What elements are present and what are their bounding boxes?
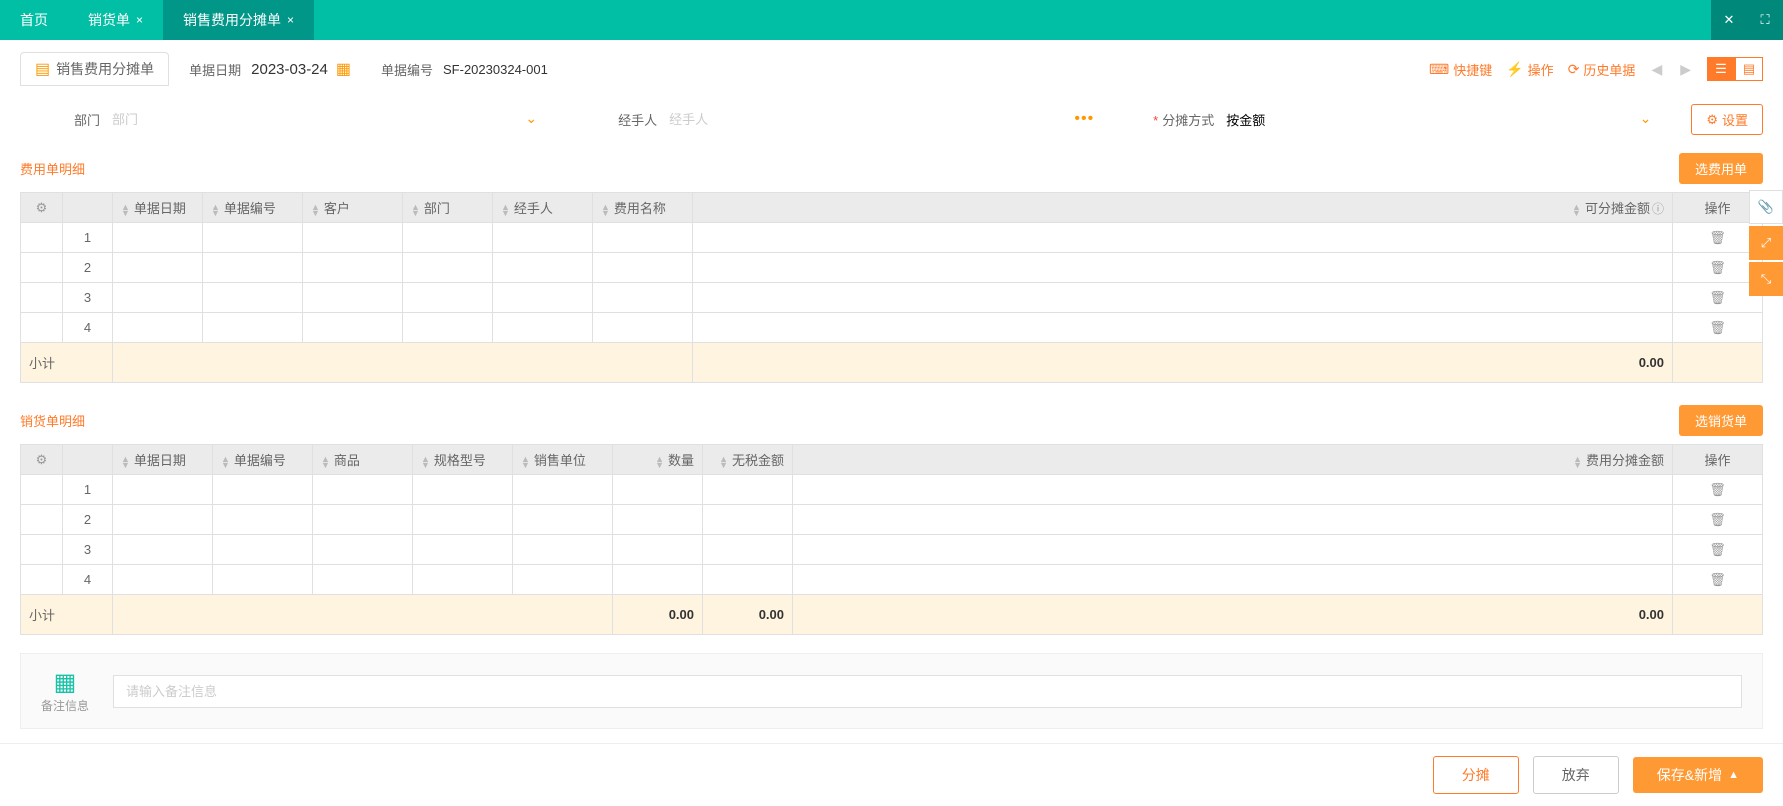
close-button[interactable]: ✕ (1711, 0, 1747, 40)
chevron-down-icon[interactable]: ⌄ (525, 110, 537, 127)
dept-input[interactable] (112, 108, 537, 131)
history-link[interactable]: ⟳历史单据 (1568, 60, 1636, 79)
chevron-up-icon: ▲ (1728, 769, 1739, 781)
remarks-section: ▦ 备注信息 (20, 653, 1763, 729)
allocate-button[interactable]: 分摊 (1433, 756, 1519, 794)
col-date[interactable]: ▲▼单据日期 (113, 193, 203, 223)
delete-icon[interactable]: 🗑 (1673, 313, 1763, 343)
gear-icon[interactable]: ⚙ (21, 193, 63, 223)
gear-icon: ⚙ (1706, 112, 1718, 128)
table-row[interactable]: 2🗑 (21, 253, 1763, 283)
delete-icon[interactable]: 🗑 (1673, 505, 1763, 535)
history-icon: ⟳ (1568, 61, 1580, 78)
remarks-label: 备注信息 (41, 697, 89, 714)
help-icon[interactable]: ⓘ (1652, 202, 1664, 216)
col-fee-alloc[interactable]: ▲▼费用分摊金额 (793, 445, 1673, 475)
attachment-icon[interactable]: 📎 (1749, 190, 1783, 224)
view-grid-button[interactable]: ▤ (1735, 57, 1763, 81)
fullscreen-button[interactable]: ⛶ (1747, 0, 1783, 40)
col-action: 操作 (1673, 445, 1763, 475)
select-sales-button[interactable]: 选销货单 (1679, 405, 1763, 436)
sales-table: ⚙ ▲▼单据日期 ▲▼单据编号 ▲▼商品 ▲▼规格型号 ▲▼销售单位 ▲▼数量 … (20, 444, 1763, 635)
expand-icon[interactable]: ⤢ (1749, 226, 1783, 260)
save-new-button[interactable]: 保存&新增▲ (1633, 757, 1763, 793)
col-number[interactable]: ▲▼单据编号 (213, 445, 313, 475)
table-row[interactable]: 4🗑 (21, 313, 1763, 343)
handler-input[interactable] (669, 108, 1094, 131)
subtotal-row: 小计 0.00 (21, 343, 1763, 383)
discard-button[interactable]: 放弃 (1533, 756, 1619, 794)
footer-bar: 分摊 放弃 保存&新增▲ (0, 743, 1783, 806)
col-amount-notax[interactable]: ▲▼无税金额 (703, 445, 793, 475)
tab-sales[interactable]: 销货单× (68, 0, 163, 40)
col-qty[interactable]: ▲▼数量 (613, 445, 703, 475)
close-icon[interactable]: × (287, 13, 294, 27)
view-list-button[interactable]: ☰ (1707, 57, 1735, 81)
document-icon: ▤ (35, 59, 50, 79)
tab-current[interactable]: 销售费用分摊单× (163, 0, 314, 40)
alloc-select[interactable] (1226, 108, 1651, 131)
handler-label: 经手人 (577, 110, 657, 129)
dept-label: 部门 (20, 110, 100, 129)
filter-row: 部门 ⌄ 经手人 ••• *分摊方式 ⌄ ⚙设置 (20, 96, 1763, 153)
table-row[interactable]: 3🗑 (21, 283, 1763, 313)
number-field: 单据编号 SF-20230324-001 (381, 60, 548, 79)
col-dept[interactable]: ▲▼部门 (403, 193, 493, 223)
select-fee-button[interactable]: 选费用单 (1679, 153, 1763, 184)
gear-icon[interactable]: ⚙ (21, 445, 63, 475)
table-row[interactable]: 4🗑 (21, 565, 1763, 595)
alloc-label: *分摊方式 (1134, 110, 1214, 129)
section1-title: 费用单明细 (20, 159, 85, 178)
col-product[interactable]: ▲▼商品 (313, 445, 413, 475)
col-customer[interactable]: ▲▼客户 (303, 193, 403, 223)
delete-icon[interactable]: 🗑 (1673, 565, 1763, 595)
top-tab-bar: 首页 销货单× 销售费用分摊单× ✕ ⛶ (0, 0, 1783, 40)
delete-icon[interactable]: 🗑 (1673, 535, 1763, 565)
close-icon[interactable]: × (136, 13, 143, 27)
bolt-icon: ⚡ (1506, 61, 1523, 78)
table-row[interactable]: 1🗑 (21, 475, 1763, 505)
col-number[interactable]: ▲▼单据编号 (203, 193, 303, 223)
prev-icon[interactable]: ◀ (1649, 61, 1664, 78)
header-row: ▤ 销售费用分摊单 单据日期 2023-03-24 ▦ 单据编号 SF-2023… (20, 52, 1763, 86)
fee-table: ⚙ ▲▼单据日期 ▲▼单据编号 ▲▼客户 ▲▼部门 ▲▼经手人 ▲▼费用名称 ▲… (20, 192, 1763, 383)
chevron-down-icon[interactable]: ⌄ (1640, 110, 1652, 127)
notes-icon: ▦ (54, 668, 77, 697)
col-spec[interactable]: ▲▼规格型号 (413, 445, 513, 475)
settings-button[interactable]: ⚙设置 (1691, 104, 1763, 135)
delete-icon[interactable]: 🗑 (1673, 475, 1763, 505)
collapse-icon[interactable]: ⤡ (1749, 262, 1783, 296)
col-date[interactable]: ▲▼单据日期 (113, 445, 213, 475)
more-icon[interactable]: ••• (1074, 110, 1094, 128)
table-row[interactable]: 3🗑 (21, 535, 1763, 565)
tab-home[interactable]: 首页 (0, 0, 68, 40)
voucher-type-tab[interactable]: ▤ 销售费用分摊单 (20, 52, 169, 86)
next-icon[interactable]: ▶ (1678, 61, 1693, 78)
calendar-icon[interactable]: ▦ (336, 59, 351, 79)
table-row[interactable]: 1🗑 (21, 223, 1763, 253)
keyboard-icon: ⌨ (1429, 61, 1449, 78)
col-fee-name[interactable]: ▲▼费用名称 (593, 193, 693, 223)
col-unit[interactable]: ▲▼销售单位 (513, 445, 613, 475)
table-row[interactable]: 2🗑 (21, 505, 1763, 535)
date-field[interactable]: 单据日期 2023-03-24 ▦ (189, 59, 351, 79)
section2-title: 销货单明细 (20, 411, 85, 430)
remarks-input[interactable] (113, 675, 1742, 708)
subtotal-row: 小计 0.00 0.00 0.00 (21, 595, 1763, 635)
col-handler[interactable]: ▲▼经手人 (493, 193, 593, 223)
col-alloc-amount[interactable]: ▲▼可分摊金额ⓘ (693, 193, 1673, 223)
right-rail: 📎 ⤢ ⤡ (1749, 190, 1783, 298)
shortcuts-link[interactable]: ⌨快捷键 (1429, 60, 1492, 79)
actions-link[interactable]: ⚡操作 (1506, 60, 1553, 79)
